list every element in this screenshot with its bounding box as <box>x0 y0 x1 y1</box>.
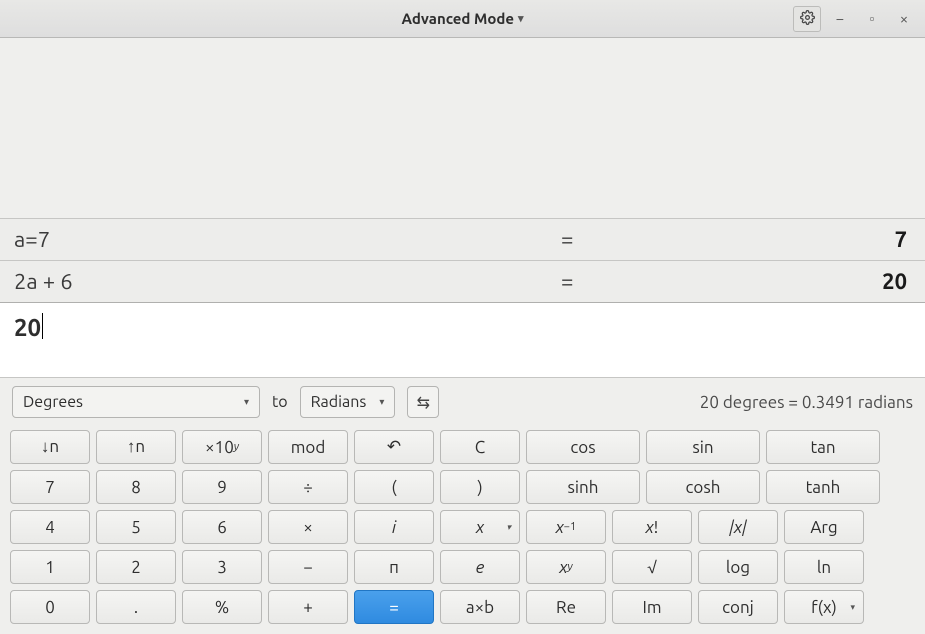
swap-units-button[interactable]: ⇆ <box>407 386 439 418</box>
subscript-button[interactable]: ↓n <box>10 430 90 464</box>
keypad: ↓n ↑n ×10y mod ↶ C cos sin tan 7 8 9 ÷ (… <box>0 426 925 634</box>
history-equals: = <box>552 227 582 252</box>
text-cursor <box>42 313 43 339</box>
digit-3-button[interactable]: 3 <box>182 550 262 584</box>
history-row[interactable]: 2a + 6 = 20 <box>0 260 925 302</box>
subtract-button[interactable]: − <box>268 550 348 584</box>
digit-1-button[interactable]: 1 <box>10 550 90 584</box>
history-row[interactable]: a=7 = 7 <box>0 218 925 260</box>
close-button[interactable]: × <box>891 6 917 32</box>
arg-button[interactable]: Arg <box>784 510 864 544</box>
undo-button[interactable]: ↶ <box>354 430 434 464</box>
digit-0-button[interactable]: 0 <box>10 590 90 624</box>
titlebar-controls: − ▫ × <box>793 6 917 32</box>
right-paren-button[interactable]: ) <box>440 470 520 504</box>
real-part-button[interactable]: Re <box>526 590 606 624</box>
percent-button[interactable]: % <box>182 590 262 624</box>
close-icon: × <box>900 10 908 27</box>
tanh-button[interactable]: tanh <box>766 470 880 504</box>
sqrt-button[interactable]: √ <box>612 550 692 584</box>
digit-4-button[interactable]: 4 <box>10 510 90 544</box>
imag-part-button[interactable]: Im <box>612 590 692 624</box>
minimize-icon: − <box>836 10 844 27</box>
unit-from-value: Degrees <box>23 393 83 411</box>
history-equals: = <box>552 269 582 294</box>
digit-2-button[interactable]: 2 <box>96 550 176 584</box>
unit-to-select[interactable]: Radians ▾ <box>300 386 396 418</box>
settings-button[interactable] <box>793 6 821 32</box>
conversion-to-label: to <box>272 393 288 411</box>
imaginary-button[interactable]: i <box>354 510 434 544</box>
axb-button[interactable]: a×b <box>440 590 520 624</box>
add-button[interactable]: + <box>268 590 348 624</box>
cos-button[interactable]: cos <box>526 430 640 464</box>
log-button[interactable]: log <box>698 550 778 584</box>
maximize-icon: ▫ <box>870 11 875 26</box>
divide-button[interactable]: ÷ <box>268 470 348 504</box>
conj-button[interactable]: conj <box>698 590 778 624</box>
digit-8-button[interactable]: 8 <box>96 470 176 504</box>
input-value: 20 <box>14 314 41 341</box>
history-expression: 2a + 6 <box>14 269 552 294</box>
minimize-button[interactable]: − <box>827 6 853 32</box>
chevron-down-icon: ▾ <box>379 396 384 408</box>
digit-6-button[interactable]: 6 <box>182 510 262 544</box>
superscript-button[interactable]: ↑n <box>96 430 176 464</box>
equals-button[interactable]: = <box>354 590 434 624</box>
chevron-down-icon: ▾ <box>518 12 524 25</box>
digit-5-button[interactable]: 5 <box>96 510 176 544</box>
fx-button[interactable]: f(x)▾ <box>784 590 864 624</box>
unit-to-value: Radians <box>311 393 367 411</box>
factorial-button[interactable]: x! <box>612 510 692 544</box>
left-paren-button[interactable]: ( <box>354 470 434 504</box>
tan-button[interactable]: tan <box>766 430 880 464</box>
power-button[interactable]: xy <box>526 550 606 584</box>
history-blank-area <box>0 38 925 218</box>
chevron-down-icon: ▾ <box>506 522 511 533</box>
history-expression: a=7 <box>14 227 552 252</box>
var-x-button[interactable]: x▾ <box>440 510 520 544</box>
e-button[interactable]: e <box>440 550 520 584</box>
cosh-button[interactable]: cosh <box>646 470 760 504</box>
history-result: 20 <box>582 269 911 294</box>
mode-selector[interactable]: Advanced Mode ▾ <box>401 10 523 27</box>
clear-button[interactable]: C <box>440 430 520 464</box>
conversion-result: 20 degrees = 0.3491 radians <box>700 393 913 412</box>
sci-notation-button[interactable]: ×10y <box>182 430 262 464</box>
multiply-button[interactable]: × <box>268 510 348 544</box>
history-result: 7 <box>582 227 911 252</box>
mod-button[interactable]: mod <box>268 430 348 464</box>
expression-input[interactable]: 20 <box>0 302 925 377</box>
conversion-bar: Degrees ▾ to Radians ▾ ⇆ 20 degrees = 0.… <box>0 377 925 426</box>
chevron-down-icon: ▾ <box>244 396 249 408</box>
digit-7-button[interactable]: 7 <box>10 470 90 504</box>
maximize-button[interactable]: ▫ <box>859 6 885 32</box>
decimal-button[interactable]: . <box>96 590 176 624</box>
inverse-button[interactable]: x−1 <box>526 510 606 544</box>
unit-from-select[interactable]: Degrees ▾ <box>12 386 260 418</box>
ln-button[interactable]: ln <box>784 550 864 584</box>
sinh-button[interactable]: sinh <box>526 470 640 504</box>
digit-9-button[interactable]: 9 <box>182 470 262 504</box>
swap-icon: ⇆ <box>417 393 430 412</box>
titlebar: Advanced Mode ▾ − ▫ × <box>0 0 925 38</box>
gear-icon <box>800 10 815 28</box>
sin-button[interactable]: sin <box>646 430 760 464</box>
undo-icon: ↶ <box>387 437 401 457</box>
window-title: Advanced Mode <box>401 10 514 27</box>
abs-button[interactable]: |x| <box>698 510 778 544</box>
chevron-down-icon: ▾ <box>850 602 855 613</box>
pi-button[interactable]: π <box>354 550 434 584</box>
